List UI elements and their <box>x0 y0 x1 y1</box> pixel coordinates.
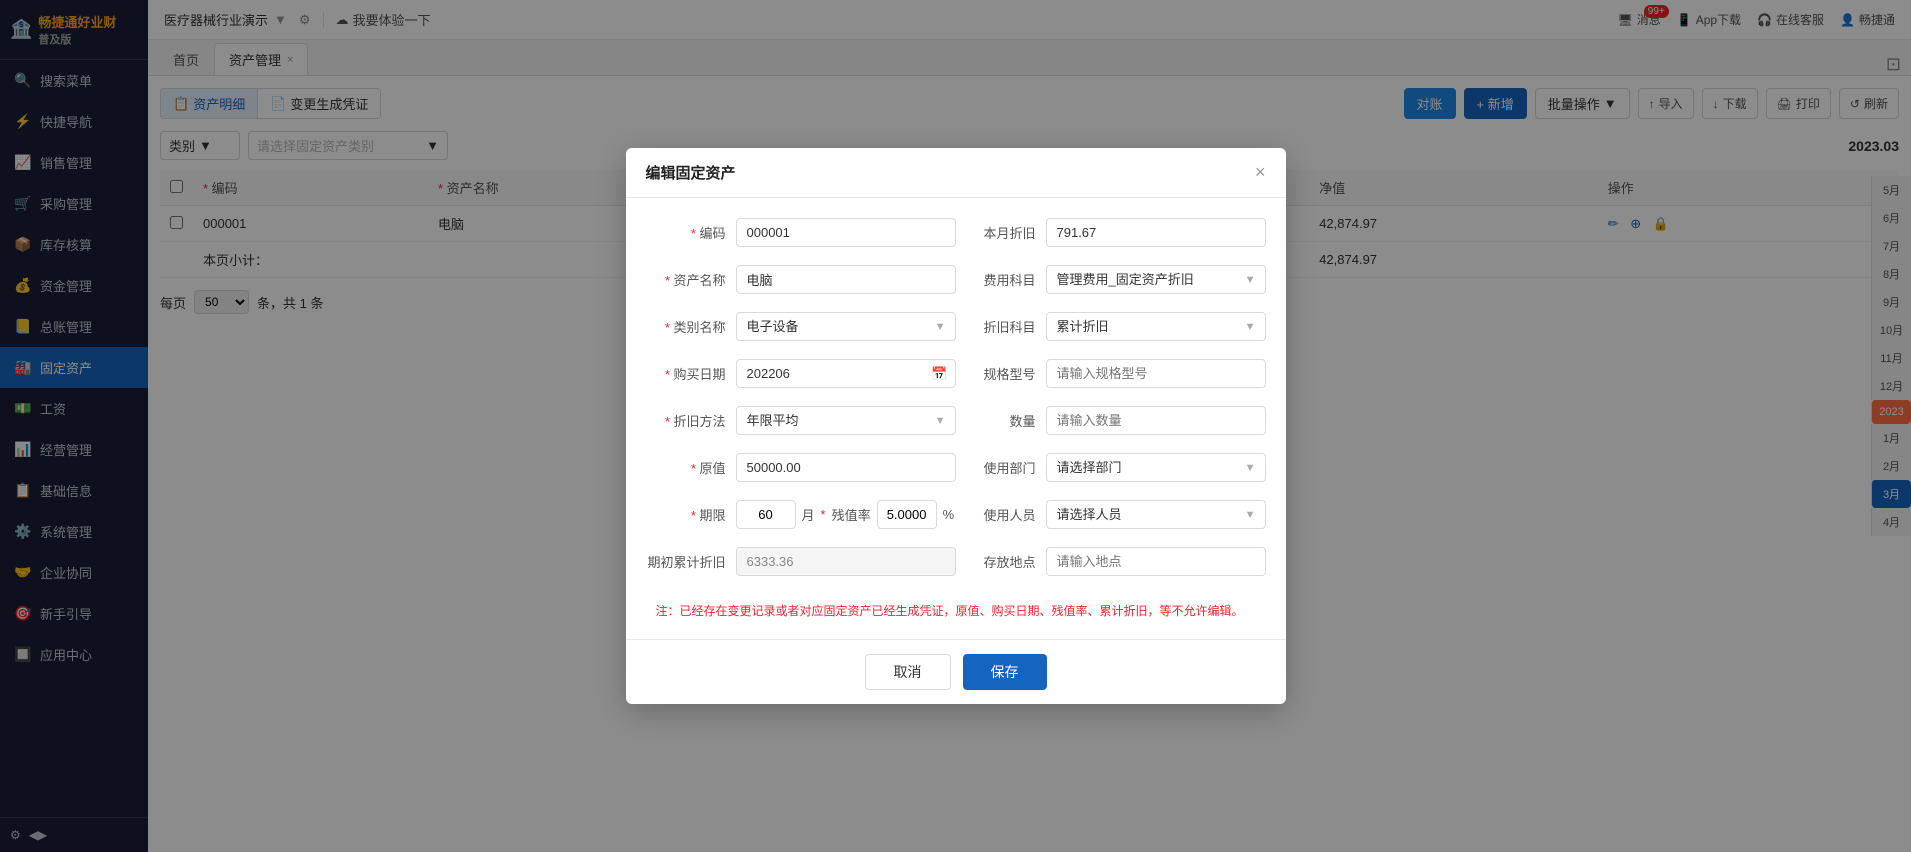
dialog-header: 编辑固定资产 × <box>626 148 1286 198</box>
form-row-dep-method: 折旧方法 年限平均 ▼ <box>646 406 956 435</box>
form-row-dep-subject: 折旧科目 累计折旧 ▼ <box>956 312 1266 341</box>
location-input[interactable] <box>1046 547 1266 576</box>
expense-subject-wrap: 管理费用_固定资产折旧 ▼ <box>1046 265 1266 294</box>
category-name-label: 类别名称 <box>646 317 736 336</box>
expense-subject-label: 费用科目 <box>956 270 1046 289</box>
note-text: 注：已经存在变更记录或者对应固定资产已经生成凭证，原值、购买日期、残值率、累计折… <box>656 604 1244 618</box>
expense-subject-select[interactable]: 管理费用_固定资产折旧 <box>1046 265 1266 294</box>
dep-subject-label: 折旧科目 <box>956 317 1046 336</box>
form-row-this-month-dep: 本月折旧 <box>956 218 1266 247</box>
original-value-label: 原值 <box>646 458 736 477</box>
form-row-department: 使用部门 请选择部门 ▼ <box>956 453 1266 482</box>
personnel-label: 使用人员 <box>956 505 1046 524</box>
dep-method-select-wrap: 年限平均 ▼ <box>736 406 956 435</box>
quantity-input[interactable] <box>1046 406 1266 435</box>
personnel-select[interactable]: 请选择人员 <box>1046 500 1266 529</box>
code-input[interactable] <box>736 218 956 247</box>
form-row-expense-subject: 费用科目 管理费用_固定资产折旧 ▼ <box>956 265 1266 294</box>
form-row-personnel: 使用人员 请选择人员 ▼ <box>956 500 1266 529</box>
form-row-category: 类别名称 电子设备 ▼ <box>646 312 956 341</box>
initial-accumulated-label: 期初累计折旧 <box>646 552 736 571</box>
form-row-spec: 规格型号 <box>956 359 1266 388</box>
period-unit: 月 <box>802 505 815 524</box>
dialog-body: 编码 资产名称 类别名称 电子设备 <box>626 198 1286 639</box>
residual-rate-unit: % <box>943 507 955 522</box>
form-row-initial-accumulated: 期初累计折旧 <box>646 547 956 576</box>
residual-rate-star: * <box>821 507 826 522</box>
location-label: 存放地点 <box>956 552 1046 571</box>
dep-subject-wrap: 累计折旧 ▼ <box>1046 312 1266 341</box>
dialog-footer: 取消 保存 <box>626 639 1286 704</box>
department-wrap: 请选择部门 ▼ <box>1046 453 1266 482</box>
original-value-input[interactable] <box>736 453 956 482</box>
code-label: 编码 <box>646 223 736 242</box>
form-row-quantity: 数量 <box>956 406 1266 435</box>
quantity-label: 数量 <box>956 411 1046 430</box>
dialog-overlay: 编辑固定资产 × 编码 资产名称 <box>0 0 1911 852</box>
initial-accumulated-input <box>736 547 956 576</box>
form-row-asset-name: 资产名称 <box>646 265 956 294</box>
form-left: 编码 资产名称 类别名称 电子设备 <box>646 218 956 594</box>
department-select[interactable]: 请选择部门 <box>1046 453 1266 482</box>
category-select[interactable]: 电子设备 <box>736 312 956 341</box>
purchase-date-wrap: 📅 <box>736 359 956 388</box>
period-inline: 月 * 残值率 % <box>736 500 955 529</box>
dialog-title: 编辑固定资产 <box>646 162 736 183</box>
form-right: 本月折旧 费用科目 管理费用_固定资产折旧 ▼ <box>956 218 1266 594</box>
asset-name-label: 资产名称 <box>646 270 736 289</box>
residual-rate-label: 残值率 <box>832 505 871 524</box>
dep-method-label: 折旧方法 <box>646 411 736 430</box>
spec-label: 规格型号 <box>956 364 1046 383</box>
residual-rate-input[interactable] <box>877 500 937 529</box>
purchase-date-input[interactable] <box>736 359 956 388</box>
spec-input[interactable] <box>1046 359 1266 388</box>
form-row-original-value: 原值 <box>646 453 956 482</box>
form-row-period: 期限 月 * 残值率 % <box>646 500 956 529</box>
purchase-date-label: 购买日期 <box>646 364 736 383</box>
dialog-note: 注：已经存在变更记录或者对应固定资产已经生成凭证，原值、购买日期、残值率、累计折… <box>646 594 1266 619</box>
dialog-close-btn[interactable]: × <box>1255 162 1266 183</box>
form-row-purchase-date: 购买日期 📅 <box>646 359 956 388</box>
this-month-dep-input[interactable] <box>1046 218 1266 247</box>
department-label: 使用部门 <box>956 458 1046 477</box>
edit-asset-dialog: 编辑固定资产 × 编码 资产名称 <box>626 148 1286 704</box>
form-row-code: 编码 <box>646 218 956 247</box>
dep-method-select[interactable]: 年限平均 <box>736 406 956 435</box>
period-input[interactable] <box>736 500 796 529</box>
period-label: 期限 <box>646 505 736 524</box>
asset-name-input[interactable] <box>736 265 956 294</box>
form-grid: 编码 资产名称 类别名称 电子设备 <box>646 218 1266 619</box>
save-button[interactable]: 保存 <box>963 654 1047 690</box>
category-select-wrap: 电子设备 ▼ <box>736 312 956 341</box>
cancel-button[interactable]: 取消 <box>865 654 951 690</box>
this-month-dep-label: 本月折旧 <box>956 223 1046 242</box>
dep-subject-select[interactable]: 累计折旧 <box>1046 312 1266 341</box>
form-row-location: 存放地点 <box>956 547 1266 576</box>
personnel-wrap: 请选择人员 ▼ <box>1046 500 1266 529</box>
